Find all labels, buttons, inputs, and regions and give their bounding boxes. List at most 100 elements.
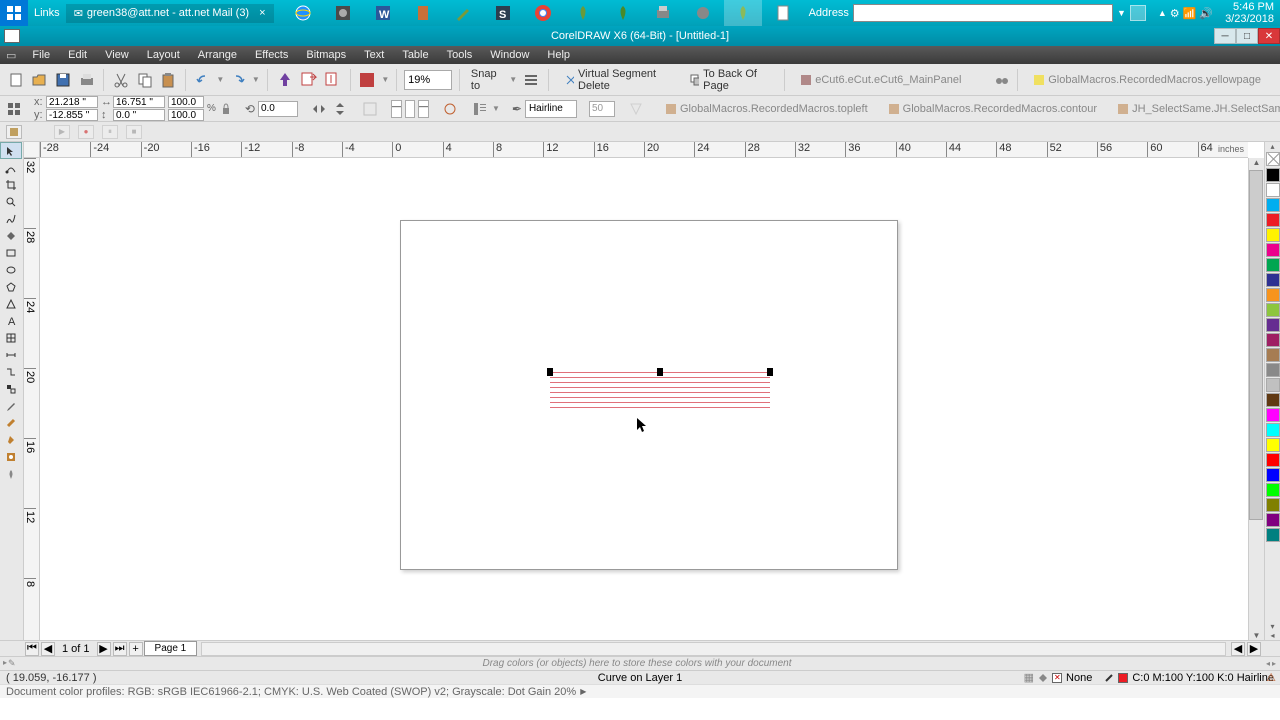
scroll-down-icon[interactable]: ▼	[1249, 631, 1264, 640]
color-swatch[interactable]	[1266, 498, 1280, 512]
basic-shapes-tool[interactable]	[0, 295, 22, 312]
outline-tool[interactable]	[0, 414, 22, 431]
page-tab-1[interactable]: Page 1	[144, 641, 198, 656]
print-button[interactable]	[77, 68, 97, 92]
hscroll-right-button[interactable]: ▶	[1247, 642, 1261, 656]
color-swatch[interactable]	[1266, 363, 1280, 377]
scrollbar-thumb[interactable]	[1249, 170, 1263, 520]
macro-pause-ctrl[interactable]: ⏸	[102, 125, 118, 139]
color-swatch[interactable]	[1266, 483, 1280, 497]
rotation-input[interactable]	[258, 101, 298, 117]
taskbar-mail-tab[interactable]: ✉ green38@att.net - att.net Mail (3) ×	[66, 4, 274, 23]
swatch-none[interactable]	[1266, 152, 1280, 166]
scale-y-input[interactable]	[168, 109, 204, 121]
close-button[interactable]: ✕	[1258, 28, 1280, 44]
palette-down-icon[interactable]: ▾	[1265, 622, 1280, 631]
macro-ecut-button[interactable]: eCut6.eCut.eCut6_MainPanel	[792, 70, 970, 90]
interactive-fill-tool[interactable]	[0, 448, 22, 465]
menu-help[interactable]: Help	[539, 47, 578, 63]
options-button[interactable]	[521, 68, 541, 92]
taskbar-corel-active-icon[interactable]	[724, 0, 762, 26]
menu-text[interactable]: Text	[356, 47, 392, 63]
doc-palette-eyedrop-icon[interactable]: ✎	[8, 658, 16, 669]
macro-manager-button[interactable]	[6, 125, 22, 139]
paste-button[interactable]	[158, 68, 178, 92]
menu-window[interactable]: Window	[482, 47, 537, 63]
table-tool[interactable]	[0, 329, 22, 346]
color-swatch[interactable]	[1266, 333, 1280, 347]
taskbar-app2-icon[interactable]	[404, 0, 442, 26]
pick-tool[interactable]	[0, 142, 22, 159]
horizontal-ruler[interactable]: inches -28-24-20-16-12-8-404812162024283…	[40, 142, 1248, 158]
cut-button[interactable]	[111, 68, 131, 92]
color-swatch[interactable]	[1266, 528, 1280, 542]
color-swatch[interactable]	[1266, 288, 1280, 302]
start-arrow-select[interactable]: —	[391, 100, 402, 118]
wrap-dropdown-icon[interactable]: ▼	[492, 104, 500, 113]
opacity-input[interactable]	[589, 101, 615, 117]
tray-volume-icon[interactable]: 🔊	[1199, 7, 1213, 20]
document-palette[interactable]: ▸ ✎ Drag colors (or objects) here to sto…	[0, 656, 1280, 670]
freehand-tool[interactable]	[0, 210, 22, 227]
color-swatch[interactable]	[1266, 273, 1280, 287]
end-arrow-select[interactable]: —	[418, 100, 429, 118]
fill-tool[interactable]	[0, 431, 22, 448]
x-input[interactable]	[46, 96, 98, 108]
canvas[interactable]: inches -28-24-20-16-12-8-404812162024283…	[24, 142, 1264, 640]
connector-tool[interactable]	[0, 363, 22, 380]
color-swatch[interactable]	[1266, 513, 1280, 527]
color-swatch[interactable]	[1266, 378, 1280, 392]
page-next-button[interactable]: ▶	[97, 642, 111, 656]
snap-dropdown-icon[interactable]: ▼	[509, 75, 517, 84]
mirror-h-button[interactable]	[310, 97, 328, 121]
drawing-area[interactable]	[40, 158, 1248, 624]
save-button[interactable]	[53, 68, 73, 92]
color-swatch[interactable]	[1266, 393, 1280, 407]
color-swatch[interactable]	[1266, 318, 1280, 332]
palette-up-icon[interactable]: ▴	[1265, 142, 1280, 151]
taskbar-app-icon[interactable]	[324, 0, 362, 26]
macro-record-ctrl[interactable]: ●	[78, 125, 94, 139]
taskbar-corel-icon[interactable]	[564, 0, 602, 26]
mirror-v-button[interactable]	[331, 97, 349, 121]
handle-tl[interactable]	[547, 368, 553, 376]
macro-topleft-button[interactable]: GlobalMacros.RecordedMacros.topleft	[657, 99, 877, 119]
color-swatch[interactable]	[1266, 408, 1280, 422]
page-prev-button[interactable]: ◀	[41, 642, 55, 656]
close-curve-button[interactable]	[441, 97, 459, 121]
color-swatch[interactable]	[1266, 228, 1280, 242]
scroll-up-icon[interactable]: ▲	[1249, 158, 1264, 167]
address-input[interactable]	[853, 4, 1113, 22]
selected-object[interactable]	[550, 372, 770, 416]
close-tab-icon[interactable]: ×	[259, 7, 265, 19]
tray-icon[interactable]: ⚙	[1170, 7, 1180, 20]
tray-network-icon[interactable]: 📶	[1183, 7, 1197, 20]
y-input[interactable]	[46, 109, 98, 121]
color-swatch[interactable]	[1266, 198, 1280, 212]
polygon-tool[interactable]	[0, 278, 22, 295]
undo-dropdown-icon[interactable]: ▼	[216, 75, 224, 84]
dimension-tool[interactable]	[0, 346, 22, 363]
menu-table[interactable]: Table	[394, 47, 436, 63]
rectangle-tool[interactable]	[0, 244, 22, 261]
page-add-button[interactable]: +	[129, 642, 143, 656]
color-swatch[interactable]	[1266, 423, 1280, 437]
outline-width-select[interactable]	[525, 100, 577, 118]
handle-tr[interactable]	[767, 368, 773, 376]
publish-button[interactable]	[323, 68, 343, 92]
wrap-button[interactable]	[361, 97, 379, 121]
taskbar-chrome-icon[interactable]	[524, 0, 562, 26]
eyedropper-tool[interactable]	[0, 397, 22, 414]
color-swatch[interactable]	[1266, 243, 1280, 257]
menu-file[interactable]: File	[24, 47, 58, 63]
taskbar-pencil-icon[interactable]	[444, 0, 482, 26]
palette-flyout-icon[interactable]: ◂	[1265, 631, 1280, 640]
color-swatch[interactable]	[1266, 348, 1280, 362]
interactive-tool[interactable]	[0, 380, 22, 397]
color-swatch[interactable]	[1266, 213, 1280, 227]
line-style-select[interactable]	[405, 100, 415, 118]
taskbar-ie-icon[interactable]	[284, 0, 322, 26]
hscroll-left-button[interactable]: ◀	[1231, 642, 1245, 656]
taskbar-word-icon[interactable]: W	[364, 0, 402, 26]
text-tool[interactable]: A	[0, 312, 22, 329]
